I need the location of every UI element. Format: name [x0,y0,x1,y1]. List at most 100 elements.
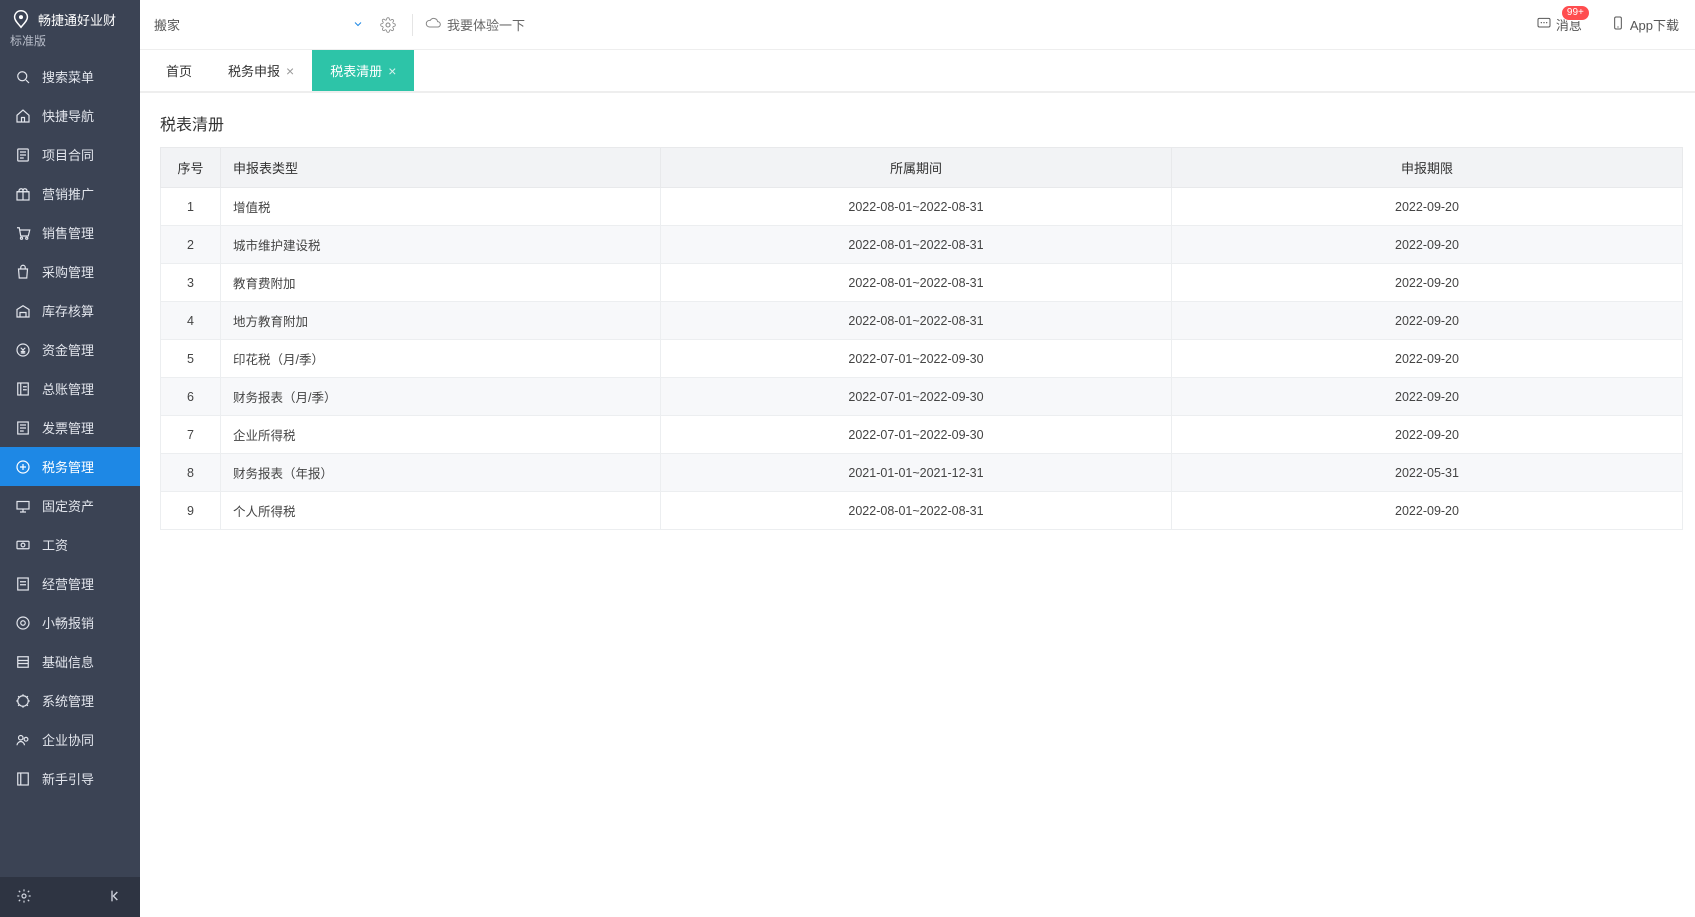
sidebar-item-11[interactable]: 固定资产 [0,486,140,525]
sidebar-item-12[interactable]: 工资 [0,525,140,564]
cell-period: 2022-07-01~2022-09-30 [661,378,1172,416]
warehouse-icon [14,302,32,320]
sidebar-item-14[interactable]: 小畅报销 [0,603,140,642]
sidebar-item-6[interactable]: 库存核算 [0,291,140,330]
sidebar-item-label: 库存核算 [42,301,94,320]
cell-period: 2022-08-01~2022-08-31 [661,492,1172,530]
cell-type: 企业所得税 [221,416,661,454]
sidebar-item-label: 经营管理 [42,574,94,593]
cell-deadline: 2022-09-20 [1172,264,1683,302]
bag-icon [14,263,32,281]
sidebar-item-label: 资金管理 [42,340,94,359]
brand-title: 畅捷通好业财 [38,10,116,29]
cell-period: 2022-07-01~2022-09-30 [661,416,1172,454]
cell-type: 财务报表（月/季） [221,378,661,416]
sidebar-item-5[interactable]: 采购管理 [0,252,140,291]
tabsbar: 首页税务申报×税表清册× [140,50,1695,92]
cell-deadline: 2022-09-20 [1172,416,1683,454]
guide-icon [14,770,32,788]
sidebar-item-2[interactable]: 项目合同 [0,135,140,174]
sidebar-item-label: 销售管理 [42,223,94,242]
close-icon[interactable]: × [286,63,294,79]
try-experience-button[interactable]: 我要体验一下 [425,15,525,34]
sidebar-item-label: 采购管理 [42,262,94,281]
org-select[interactable]: 搬家 [154,15,364,34]
gear-icon[interactable] [376,13,400,37]
tab-0[interactable]: 首页 [148,50,210,91]
app-download-button[interactable]: App下载 [1608,11,1681,38]
sidebar-item-label: 小畅报销 [42,613,94,632]
operate-icon [14,575,32,593]
table-row[interactable]: 4地方教育附加2022-08-01~2022-08-312022-09-20 [161,302,1683,340]
cell-deadline: 2022-09-20 [1172,188,1683,226]
close-icon[interactable]: × [388,63,396,79]
table-row[interactable]: 9个人所得税2022-08-01~2022-08-312022-09-20 [161,492,1683,530]
collapse-icon[interactable] [108,888,124,907]
table-row[interactable]: 1增值税2022-08-01~2022-08-312022-09-20 [161,188,1683,226]
cell-index: 7 [161,416,221,454]
sidebar-item-label: 税务管理 [42,457,94,476]
cell-index: 4 [161,302,221,340]
table-row[interactable]: 7企业所得税2022-07-01~2022-09-302022-09-20 [161,416,1683,454]
try-label: 我要体验一下 [447,15,525,34]
cell-type: 教育费附加 [221,264,661,302]
cell-period: 2021-01-01~2021-12-31 [661,454,1172,492]
sidebar-item-1[interactable]: 快捷导航 [0,96,140,135]
team-icon [14,731,32,749]
cell-index: 8 [161,454,221,492]
tab-1[interactable]: 税务申报 × [210,50,312,91]
cell-deadline: 2022-09-20 [1172,226,1683,264]
brand: 畅捷通好业财 [0,0,140,32]
cell-period: 2022-07-01~2022-09-30 [661,340,1172,378]
table-header-row: 序号 申报表类型 所属期间 申报期限 [161,148,1683,188]
sidebar-item-3[interactable]: 营销推广 [0,174,140,213]
sidebar-item-4[interactable]: 销售管理 [0,213,140,252]
cell-deadline: 2022-09-20 [1172,378,1683,416]
sidebar-item-8[interactable]: 总账管理 [0,369,140,408]
table-row[interactable]: 8财务报表（年报）2021-01-01~2021-12-312022-05-31 [161,454,1683,492]
table-row[interactable]: 3教育费附加2022-08-01~2022-08-312022-09-20 [161,264,1683,302]
cell-type: 印花税（月/季） [221,340,661,378]
search-icon [14,68,32,86]
sidebar-item-10[interactable]: 税务管理 [0,447,140,486]
cell-deadline: 2022-09-20 [1172,492,1683,530]
ledger-icon [14,380,32,398]
table-row[interactable]: 6财务报表（月/季）2022-07-01~2022-09-302022-09-2… [161,378,1683,416]
sidebar-item-16[interactable]: 系统管理 [0,681,140,720]
table-wrap: 序号 申报表类型 所属期间 申报期限 1增值税2022-08-01~2022-0… [140,147,1695,550]
sidebar-item-17[interactable]: 企业协同 [0,720,140,759]
gift-icon [14,185,32,203]
tab-2[interactable]: 税表清册× [312,50,414,91]
sidebar-item-13[interactable]: 经营管理 [0,564,140,603]
sidebar-nav: 搜索菜单快捷导航项目合同营销推广销售管理采购管理库存核算资金管理总账管理发票管理… [0,57,140,877]
sidebar-item-label: 固定资产 [42,496,94,515]
sidebar-item-label: 工资 [42,535,68,554]
contract-icon [14,146,32,164]
th-type: 申报表类型 [221,148,661,188]
sidebar-item-label: 营销推广 [42,184,94,203]
cell-index: 2 [161,226,221,264]
expense-icon [14,614,32,632]
cell-type: 地方教育附加 [221,302,661,340]
messages-button[interactable]: 消息 99+ [1534,11,1584,38]
org-name: 搬家 [154,15,180,34]
sidebar-item-9[interactable]: 发票管理 [0,408,140,447]
tab-label: 税务申报 [228,61,280,80]
app-download-label: App下载 [1630,15,1679,34]
table-row[interactable]: 5印花税（月/季）2022-07-01~2022-09-302022-09-20 [161,340,1683,378]
system-icon [14,692,32,710]
sidebar-item-0[interactable]: 搜索菜单 [0,57,140,96]
th-deadline: 申报期限 [1172,148,1683,188]
settings-icon[interactable] [16,888,32,907]
table-row[interactable]: 2城市维护建设税2022-08-01~2022-08-312022-09-20 [161,226,1683,264]
cell-period: 2022-08-01~2022-08-31 [661,302,1172,340]
sidebar-item-7[interactable]: 资金管理 [0,330,140,369]
cell-type: 个人所得税 [221,492,661,530]
sidebar-item-18[interactable]: 新手引导 [0,759,140,798]
chevron-down-icon [352,17,364,33]
asset-icon [14,497,32,515]
cell-index: 6 [161,378,221,416]
sidebar-item-15[interactable]: 基础信息 [0,642,140,681]
sidebar-item-label: 新手引导 [42,769,94,788]
cell-period: 2022-08-01~2022-08-31 [661,264,1172,302]
